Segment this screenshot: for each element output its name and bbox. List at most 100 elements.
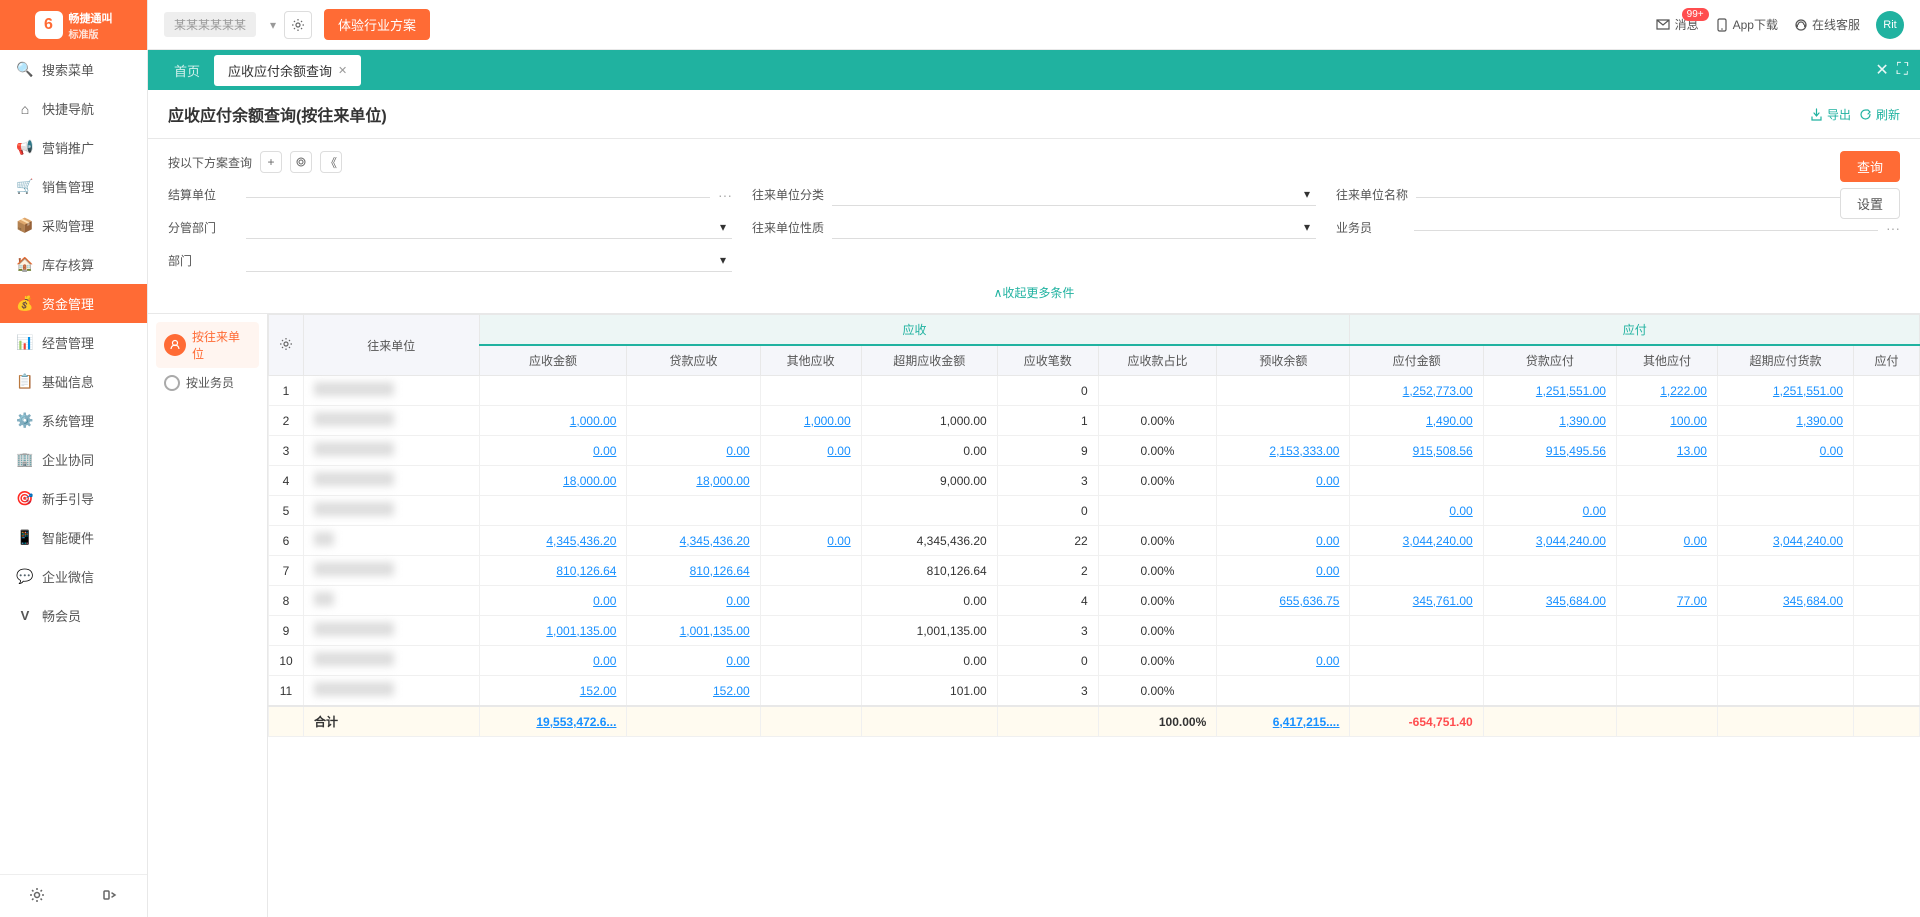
table-cell[interactable]: 0.00 (1350, 496, 1483, 526)
table-cell[interactable]: 1,000.00 (479, 406, 627, 436)
sidebar-item-search[interactable]: 🔍 搜索菜单 (0, 50, 147, 89)
table-cell[interactable]: 0.00 (760, 436, 861, 466)
table-cell[interactable]: 152.00 (479, 676, 627, 707)
table-cell[interactable]: 13.00 (1616, 436, 1717, 466)
table-cell[interactable]: 345,684.00 (1483, 586, 1616, 616)
footer-advance-balance[interactable]: 6,417,215.... (1217, 706, 1350, 737)
table-cell[interactable]: 1,000.00 (760, 406, 861, 436)
table-cell[interactable]: 2,153,333.00 (1217, 436, 1350, 466)
table-cell[interactable]: 100.00 (1616, 406, 1717, 436)
company-dropdown[interactable]: ▾ (270, 18, 276, 32)
table-cell[interactable]: 915,508.56 (1350, 436, 1483, 466)
sidebar-item-inventory[interactable]: 🏠 库存核算 (0, 245, 147, 284)
table-cell[interactable]: 77.00 (1616, 586, 1717, 616)
partner-nature-select[interactable]: ▾ (832, 216, 1316, 239)
sidebar-collapse[interactable] (98, 883, 122, 909)
table-cell[interactable]: 0.00 (1217, 646, 1350, 676)
refresh-button[interactable]: 刷新 (1859, 106, 1900, 123)
collapse-scheme-btn[interactable]: 《 (320, 151, 342, 173)
salesperson-input[interactable] (1414, 224, 1878, 231)
table-cell[interactable]: 0.00 (479, 646, 627, 676)
table-cell[interactable]: 1,251,551.00 (1483, 376, 1616, 406)
table-cell[interactable]: 810,126.64 (627, 556, 760, 586)
table-settings-icon[interactable] (279, 337, 293, 351)
tab-fullscreen[interactable]: ⛶ (1897, 61, 1908, 79)
tab-close-icon[interactable]: ✕ (338, 64, 347, 77)
table-cell[interactable]: 0.00 (627, 586, 760, 616)
salesperson-dots[interactable]: ··· (1886, 220, 1900, 236)
partner-category-select[interactable]: ▾ (832, 183, 1316, 206)
table-cell[interactable]: 18,000.00 (479, 466, 627, 496)
tree-item-by-salesperson[interactable]: 按业务员 (156, 368, 259, 397)
query-button[interactable]: 查询 (1840, 151, 1900, 182)
tab-balance[interactable]: 应收应付余额查询 ✕ (214, 55, 361, 86)
table-cell[interactable]: 4,345,436.20 (627, 526, 760, 556)
sidebar-settings[interactable] (25, 883, 49, 909)
table-cell[interactable]: 0.00 (479, 436, 627, 466)
table-cell[interactable]: 0.00 (479, 586, 627, 616)
dept-select[interactable]: ▾ (246, 249, 732, 272)
sidebar-item-wechat[interactable]: 💬 企业微信 (0, 557, 147, 596)
table-cell[interactable]: 0.00 (627, 436, 760, 466)
sidebar-item-system[interactable]: ⚙️ 系统管理 (0, 401, 147, 440)
table-cell[interactable]: 1,001,135.00 (479, 616, 627, 646)
set-button[interactable]: 设置 (1840, 188, 1900, 219)
table-cell[interactable]: 152.00 (627, 676, 760, 707)
sidebar-item-member[interactable]: V 畅会员 (0, 596, 147, 635)
table-cell[interactable]: 3,044,240.00 (1717, 526, 1853, 556)
table-cell[interactable]: 1,001,135.00 (627, 616, 760, 646)
table-cell[interactable]: 1,390.00 (1717, 406, 1853, 436)
sidebar-item-capital[interactable]: 💰 资金管理 (0, 284, 147, 323)
table-cell[interactable]: 1,490.00 (1350, 406, 1483, 436)
table-cell[interactable]: 1,251,551.00 (1717, 376, 1853, 406)
table-cell[interactable]: 1,390.00 (1483, 406, 1616, 436)
trial-button[interactable]: 体验行业方案 (324, 9, 430, 40)
online-service-btn[interactable]: 在线客服 (1794, 16, 1860, 33)
table-cell[interactable]: 0.00 (1217, 526, 1350, 556)
add-scheme-btn[interactable]: + (260, 151, 282, 173)
settlement-unit-dots[interactable]: ··· (718, 187, 732, 203)
footer-receivable-amt[interactable]: 19,553,472.6... (479, 706, 627, 737)
table-cell[interactable]: 18,000.00 (627, 466, 760, 496)
sidebar-item-marketing[interactable]: 📢 营销推广 (0, 128, 147, 167)
settlement-unit-input[interactable] (246, 191, 710, 198)
table-cell[interactable]: 810,126.64 (479, 556, 627, 586)
user-avatar[interactable]: Rit (1876, 11, 1904, 39)
table-cell[interactable]: 655,636.75 (1217, 586, 1350, 616)
app-download-btn[interactable]: App下载 (1715, 16, 1778, 33)
table-cell[interactable]: 0.00 (1217, 466, 1350, 496)
settings-scheme-btn[interactable] (290, 151, 312, 173)
sidebar-item-hardware[interactable]: 📱 智能硬件 (0, 518, 147, 557)
message-btn[interactable]: 消息 99+ (1655, 16, 1699, 33)
table-cell[interactable]: 3,044,240.00 (1483, 526, 1616, 556)
sidebar-item-sales[interactable]: 🛒 销售管理 (0, 167, 147, 206)
table-cell[interactable]: 4,345,436.20 (479, 526, 627, 556)
tab-home[interactable]: 首页 (160, 55, 214, 86)
partner-name-input[interactable] (1416, 191, 1900, 198)
table-cell[interactable]: 0.00 (1616, 526, 1717, 556)
table-cell[interactable]: 1,252,773.00 (1350, 376, 1483, 406)
table-cell[interactable]: 1,222.00 (1616, 376, 1717, 406)
sidebar-item-operation[interactable]: 📊 经营管理 (0, 323, 147, 362)
tab-close-window[interactable]: ✕ (1875, 60, 1888, 80)
supervision-dept-select[interactable]: ▾ (246, 216, 732, 239)
tree-item-by-partner[interactable]: 按往来单位 (156, 322, 259, 368)
sidebar-item-guide[interactable]: 🎯 新手引导 (0, 479, 147, 518)
settings-button[interactable] (284, 11, 312, 39)
table-cell[interactable]: 915,495.56 (1483, 436, 1616, 466)
table-cell[interactable]: 0.00 (1717, 436, 1853, 466)
sidebar-item-enterprise[interactable]: 🏢 企业协同 (0, 440, 147, 479)
sidebar-item-basic[interactable]: 📋 基础信息 (0, 362, 147, 401)
table-cell[interactable]: 0.00 (1483, 496, 1616, 526)
collapse-more-btn[interactable]: ∧ 收起更多条件 (168, 280, 1900, 305)
export-button[interactable]: 导出 (1810, 106, 1851, 123)
sidebar-item-quicknav[interactable]: ⌂ 快捷导航 (0, 89, 147, 128)
th-partner: 往来单位 (304, 315, 480, 376)
table-cell[interactable]: 345,684.00 (1717, 586, 1853, 616)
sidebar-item-purchase[interactable]: 📦 采购管理 (0, 206, 147, 245)
table-cell[interactable]: 0.00 (627, 646, 760, 676)
table-cell[interactable]: 0.00 (760, 526, 861, 556)
table-cell[interactable]: 0.00 (1217, 556, 1350, 586)
table-cell[interactable]: 3,044,240.00 (1350, 526, 1483, 556)
table-cell[interactable]: 345,761.00 (1350, 586, 1483, 616)
